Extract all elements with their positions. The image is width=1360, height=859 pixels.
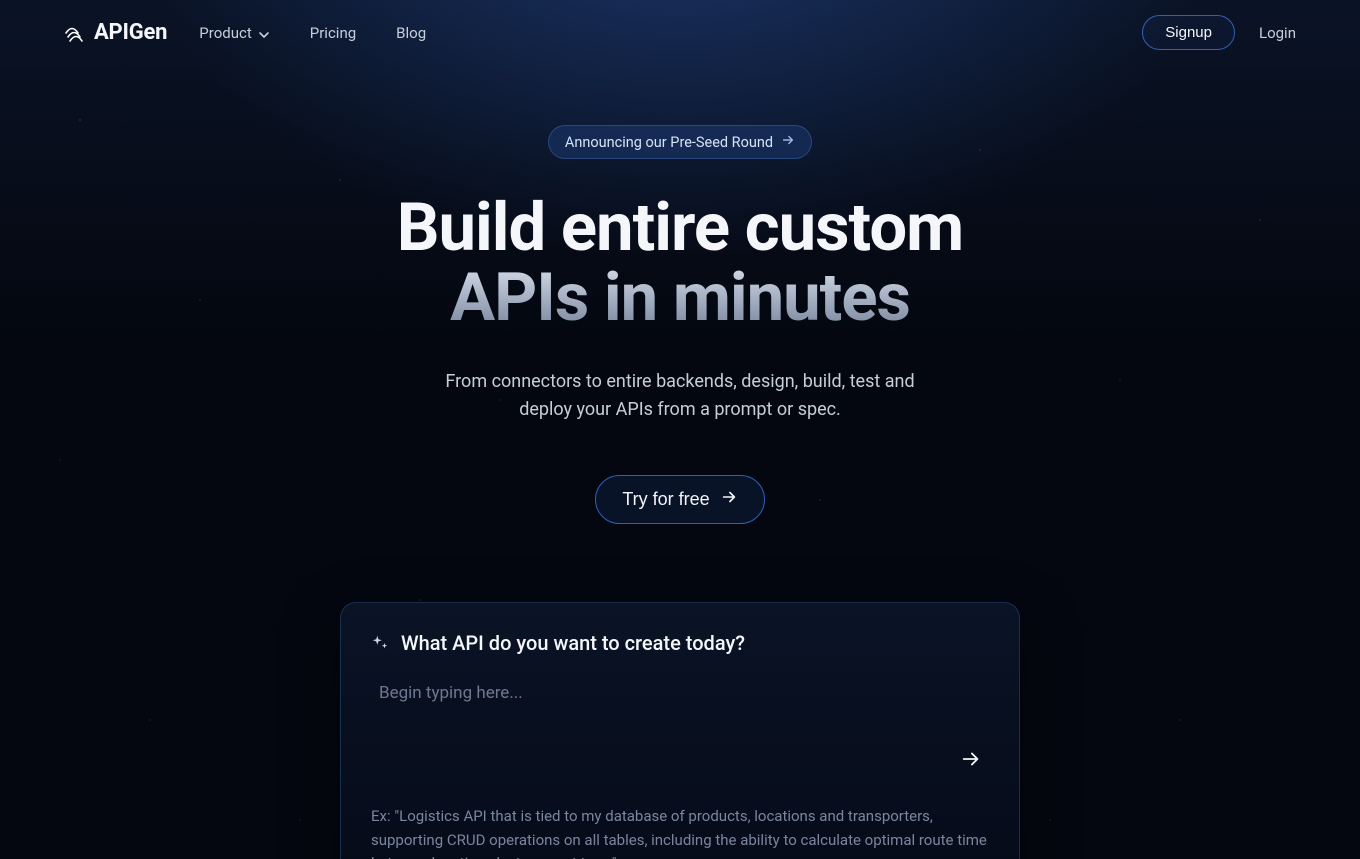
sparkle-icon <box>371 634 389 652</box>
arrow-right-icon <box>720 488 738 511</box>
nav-link-label: Pricing <box>310 24 356 42</box>
prompt-header: What API do you want to create today? <box>371 631 989 655</box>
arrow-right-icon <box>960 748 982 774</box>
announcement-pill[interactable]: Announcing our Pre-Seed Round <box>548 125 812 159</box>
brand-name: APIGen <box>94 20 167 45</box>
prompt-textarea[interactable] <box>371 677 989 767</box>
prompt-submit-button[interactable] <box>953 743 989 779</box>
try-for-free-button[interactable]: Try for free <box>595 475 764 524</box>
prompt-title: What API do you want to create today? <box>401 631 745 655</box>
top-navbar: APIGen Product Pricing Blog Signup Login <box>0 0 1360 65</box>
nav-link-label: Blog <box>396 24 426 42</box>
prompt-card: What API do you want to create today? Ex… <box>340 602 1020 859</box>
brand-logo-icon <box>64 22 88 44</box>
nav-link-label: Product <box>199 24 251 42</box>
prompt-input-container <box>371 677 989 787</box>
announcement-text: Announcing our Pre-Seed Round <box>565 134 773 151</box>
hero-headline: Build entire custom APIs in minutes <box>397 193 963 334</box>
nav-actions: Signup Login <box>1142 15 1296 50</box>
chevron-down-icon <box>258 27 270 39</box>
nav-link-blog[interactable]: Blog <box>396 24 426 42</box>
prompt-example-text: Ex: "Logistics API that is tied to my da… <box>371 805 989 859</box>
login-link[interactable]: Login <box>1259 24 1296 42</box>
nav-link-product[interactable]: Product <box>199 24 269 42</box>
signup-button[interactable]: Signup <box>1142 15 1235 50</box>
hero-headline-line2: APIs in minutes <box>397 263 963 333</box>
nav-link-pricing[interactable]: Pricing <box>310 24 356 42</box>
hero-subtitle: From connectors to entire backends, desi… <box>430 368 930 424</box>
hero-headline-line1: Build entire custom <box>397 193 963 263</box>
brand-logo[interactable]: APIGen <box>64 20 167 45</box>
arrow-right-icon <box>781 133 795 151</box>
cta-label: Try for free <box>622 489 709 510</box>
primary-nav: Product Pricing Blog <box>199 24 426 42</box>
hero-section: Announcing our Pre-Seed Round Build enti… <box>0 65 1360 859</box>
